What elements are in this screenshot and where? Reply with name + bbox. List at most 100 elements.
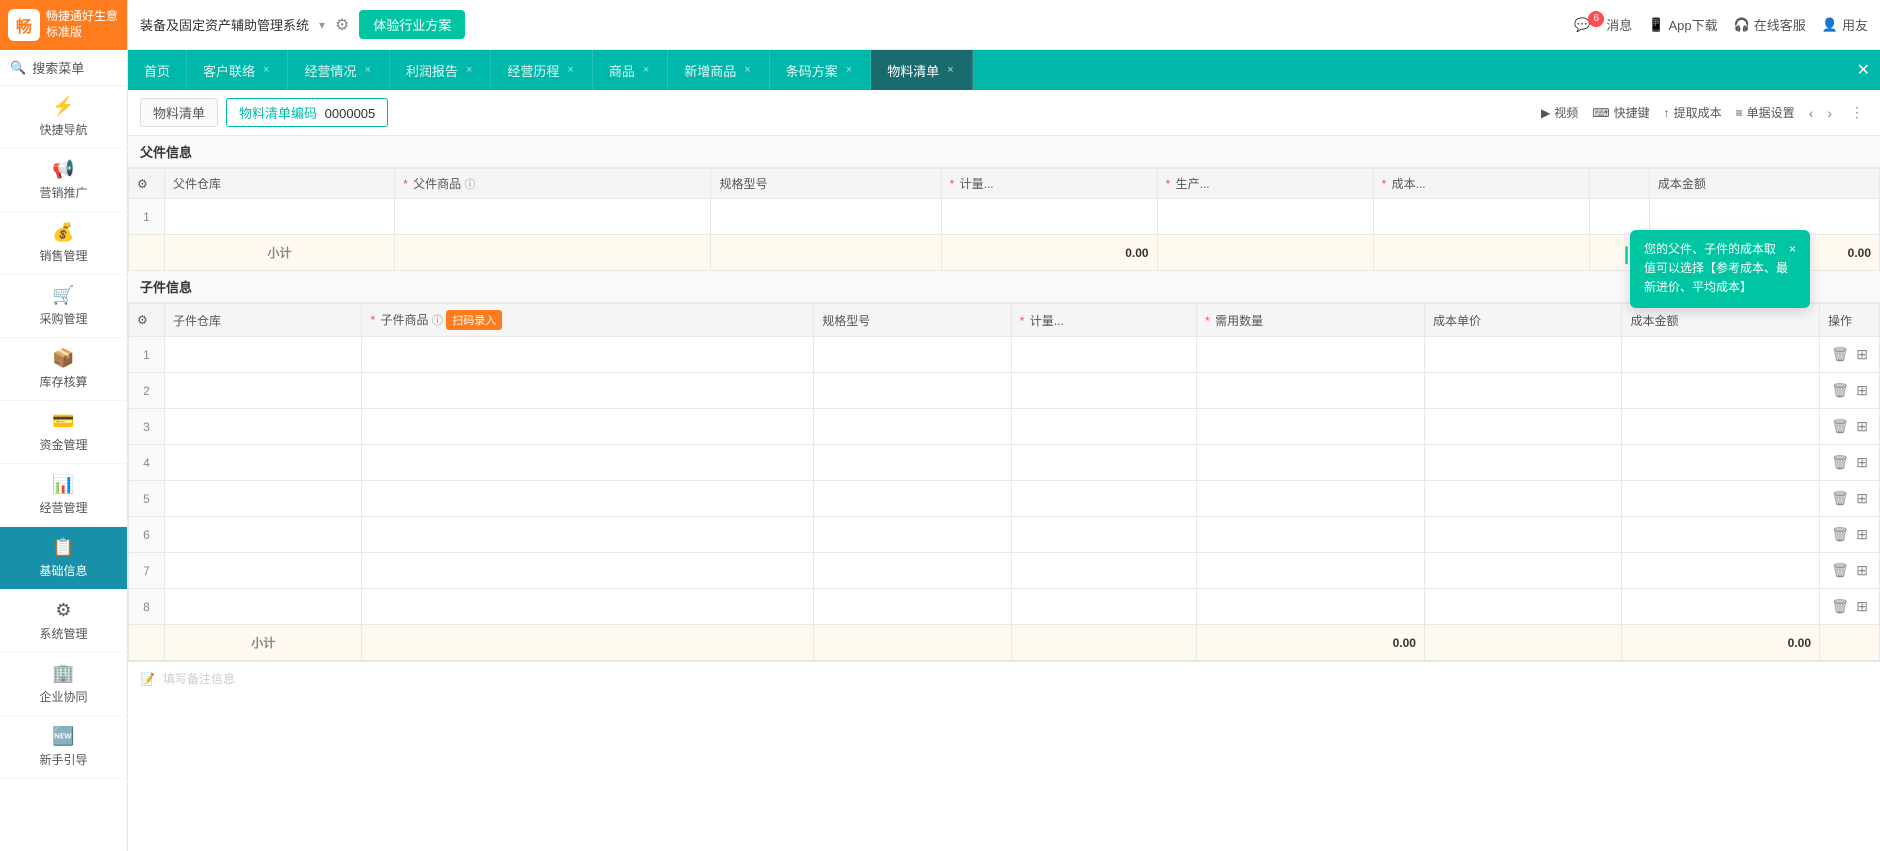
child-row-6-cost-amount[interactable] <box>1622 517 1820 553</box>
copy-row-2-icon[interactable]: ⊞ <box>1854 380 1870 400</box>
copy-row-4-icon[interactable]: ⊞ <box>1854 452 1870 472</box>
sidebar-item-guide[interactable]: 🆕 新手引导 <box>0 716 127 779</box>
toolbar-video[interactable]: ▶ 视频 <box>1541 104 1578 121</box>
child-row-2-unit[interactable] <box>1011 373 1196 409</box>
app-download-button[interactable]: 📱 App下载 <box>1648 15 1717 34</box>
sidebar-item-finance[interactable]: 💳 资金管理 <box>0 401 127 464</box>
child-row-8-cost-amount[interactable] <box>1622 589 1820 625</box>
child-row-4-spec[interactable] <box>814 445 1011 481</box>
parent-row-1-unit[interactable] <box>941 199 1157 235</box>
child-row-8-warehouse[interactable] <box>165 589 362 625</box>
child-row-2-warehouse[interactable] <box>165 373 362 409</box>
parent-row-1-goods[interactable] <box>395 199 711 235</box>
child-row-6-unit-cost[interactable] <box>1424 517 1621 553</box>
parent-row-1-cost[interactable] <box>1373 199 1589 235</box>
delete-row-1-icon[interactable]: 🗑 <box>1829 344 1851 364</box>
sidebar-item-sales[interactable]: 💰 销售管理 <box>0 212 127 275</box>
tab-new-goods-close-icon[interactable]: × <box>742 63 752 77</box>
child-row-7-warehouse[interactable] <box>165 553 362 589</box>
child-row-1-quantity[interactable] <box>1197 337 1425 373</box>
child-row-4-warehouse[interactable] <box>165 445 362 481</box>
delete-row-2-icon[interactable]: 🗑 <box>1829 380 1851 400</box>
tab-ops-status-close-icon[interactable]: × <box>362 63 372 77</box>
child-row-8-unit[interactable] <box>1011 589 1196 625</box>
child-row-3-goods[interactable] <box>362 409 814 445</box>
menu-icon[interactable]: ⋮ <box>1846 104 1868 121</box>
sidebar-item-operations[interactable]: 📊 经营管理 <box>0 464 127 527</box>
copy-row-3-icon[interactable]: ⊞ <box>1854 416 1870 436</box>
child-row-4-quantity[interactable] <box>1197 445 1425 481</box>
child-row-5-goods[interactable] <box>362 481 814 517</box>
child-row-7-unit-cost[interactable] <box>1424 553 1621 589</box>
child-row-2-unit-cost[interactable] <box>1424 373 1621 409</box>
child-row-5-unit[interactable] <box>1011 481 1196 517</box>
child-row-3-unit[interactable] <box>1011 409 1196 445</box>
parent-row-1-warehouse[interactable] <box>165 199 395 235</box>
child-row-5-cost-amount[interactable] <box>1622 481 1820 517</box>
nav-next-icon[interactable]: › <box>1827 105 1832 121</box>
child-col-gear[interactable]: ⚙ <box>129 304 165 337</box>
delete-row-3-icon[interactable]: 🗑 <box>1829 416 1851 436</box>
tooltip-close-button[interactable]: × <box>1789 240 1796 259</box>
child-row-4-goods[interactable] <box>362 445 814 481</box>
delete-row-5-icon[interactable]: 🗑 <box>1829 488 1851 508</box>
online-service-button[interactable]: 🎧 在线客服 <box>1734 15 1806 34</box>
child-row-5-warehouse[interactable] <box>165 481 362 517</box>
child-row-6-goods[interactable] <box>362 517 814 553</box>
tab-customer-close-icon[interactable]: × <box>261 63 271 77</box>
child-row-7-spec[interactable] <box>814 553 1011 589</box>
tab-barcode-close-icon[interactable]: × <box>844 63 854 77</box>
table-row[interactable]: 1 <box>129 199 1880 235</box>
tab-new-goods[interactable]: 新增商品 × <box>668 50 769 90</box>
parent-row-1-spec[interactable] <box>711 199 941 235</box>
child-row-8-goods[interactable] <box>362 589 814 625</box>
tab-profit-report[interactable]: 利润报告 × <box>390 50 491 90</box>
child-row-7-cost-amount[interactable] <box>1622 553 1820 589</box>
child-row-1-unit-cost[interactable] <box>1424 337 1621 373</box>
delete-row-7-icon[interactable]: 🗑 <box>1829 560 1851 580</box>
delete-row-4-icon[interactable]: 🗑 <box>1829 452 1851 472</box>
sidebar-item-basic-info[interactable]: 📋 基础信息 <box>0 527 127 590</box>
child-row-6-warehouse[interactable] <box>165 517 362 553</box>
child-row-1-goods[interactable] <box>362 337 814 373</box>
table-row[interactable]: 7 🗑 ⊞ <box>129 553 1880 589</box>
tab-bom[interactable]: 物料清单 × <box>871 50 972 90</box>
message-button[interactable]: 💬 6 消息 <box>1574 15 1632 34</box>
child-row-3-warehouse[interactable] <box>165 409 362 445</box>
child-row-3-unit-cost[interactable] <box>1424 409 1621 445</box>
child-row-2-quantity[interactable] <box>1197 373 1425 409</box>
close-all-tabs-icon[interactable]: ✕ <box>1847 60 1880 80</box>
sidebar-item-system[interactable]: ⚙ 系统管理 <box>0 590 127 653</box>
content-tab-bom-list[interactable]: 物料清单 <box>140 98 218 127</box>
child-row-6-spec[interactable] <box>814 517 1011 553</box>
child-row-8-unit-cost[interactable] <box>1424 589 1621 625</box>
child-row-3-cost-amount[interactable] <box>1622 409 1820 445</box>
search-menu[interactable]: 🔍 搜索菜单 <box>0 50 127 86</box>
child-row-5-unit-cost[interactable] <box>1424 481 1621 517</box>
tab-home[interactable]: 首页 <box>128 50 187 90</box>
child-row-4-unit-cost[interactable] <box>1424 445 1621 481</box>
nav-prev-icon[interactable]: ‹ <box>1809 105 1814 121</box>
child-row-2-spec[interactable] <box>814 373 1011 409</box>
child-row-1-unit[interactable] <box>1011 337 1196 373</box>
toolbar-single-settings[interactable]: ≡ 单据设置 <box>1736 104 1795 121</box>
child-row-2-goods[interactable] <box>362 373 814 409</box>
child-row-6-quantity[interactable] <box>1197 517 1425 553</box>
child-row-3-quantity[interactable] <box>1197 409 1425 445</box>
child-row-5-quantity[interactable] <box>1197 481 1425 517</box>
tab-barcode[interactable]: 条码方案 × <box>770 50 871 90</box>
parent-goods-info-icon[interactable]: ⓘ <box>465 179 476 191</box>
table-row[interactable]: 2 🗑 ⊞ <box>129 373 1880 409</box>
child-row-1-cost-amount[interactable] <box>1622 337 1820 373</box>
tab-operations-status[interactable]: 经营情况 × <box>288 50 389 90</box>
copy-row-6-icon[interactable]: ⊞ <box>1854 524 1870 544</box>
child-row-4-unit[interactable] <box>1011 445 1196 481</box>
table-row[interactable]: 8 🗑 ⊞ <box>129 589 1880 625</box>
scan-input-button[interactable]: 扫码录入 <box>446 310 502 330</box>
table-row[interactable]: 1 🗑 ⊞ <box>129 337 1880 373</box>
tab-bom-close-icon[interactable]: × <box>945 63 955 77</box>
copy-row-5-icon[interactable]: ⊞ <box>1854 488 1870 508</box>
child-row-1-spec[interactable] <box>814 337 1011 373</box>
tab-ops-history-close-icon[interactable]: × <box>565 63 575 77</box>
dropdown-arrow-icon[interactable]: ▾ <box>319 18 325 32</box>
